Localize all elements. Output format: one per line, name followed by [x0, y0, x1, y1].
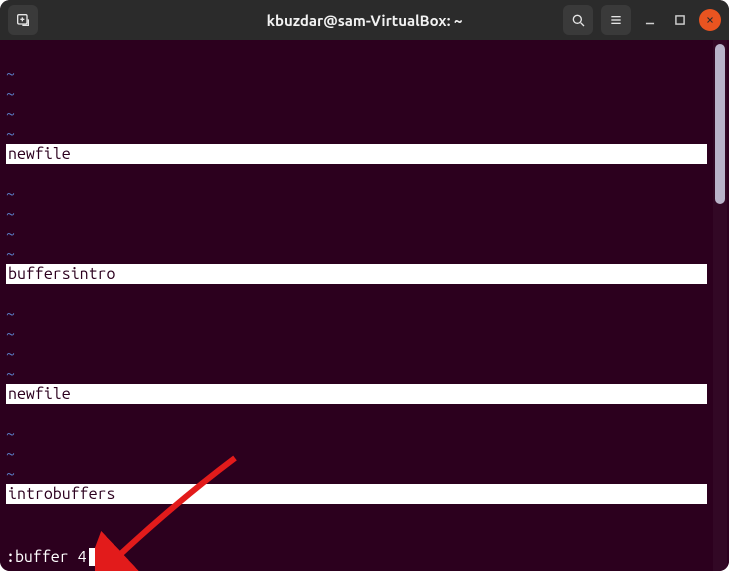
terminal-window: kbuzdar@sam-VirtualBox: ~ ~ ~ ~ ~ ne: [0, 0, 729, 571]
tilde-line: ~: [6, 344, 727, 364]
tilde-line: ~: [6, 184, 727, 204]
tilde-line: ~: [6, 104, 727, 124]
tilde-line: ~: [6, 204, 727, 224]
empty-editor-line: [6, 404, 727, 424]
tilde-line: ~: [6, 64, 727, 84]
tilde-line: ~: [6, 364, 727, 384]
close-button[interactable]: [699, 9, 721, 31]
menu-button[interactable]: [601, 5, 631, 35]
tilde-line: ~: [6, 424, 727, 444]
statusline: newfile: [6, 384, 707, 404]
tilde-line: ~: [6, 444, 727, 464]
minimize-button[interactable]: [639, 9, 661, 31]
buffer-name: newfile: [8, 384, 71, 404]
maximize-button[interactable]: [669, 9, 691, 31]
empty-editor-line: [6, 284, 727, 304]
statusline: introbuffers: [6, 484, 707, 504]
scrollbar-track[interactable]: [713, 40, 727, 571]
tilde-line: ~: [6, 464, 727, 484]
statusline: newfile: [6, 144, 707, 164]
empty-editor-line: [6, 44, 727, 64]
command-text: :buffer 4: [6, 547, 87, 567]
tilde-line: ~: [6, 124, 727, 144]
buffer-name: newfile: [8, 144, 71, 164]
tilde-line: ~: [6, 244, 727, 264]
statusline: buffersintro: [6, 264, 707, 284]
command-line[interactable]: :buffer 4: [6, 547, 707, 567]
buffer-name: introbuffers: [8, 484, 116, 504]
tilde-line: ~: [6, 324, 727, 344]
tilde-line: ~: [6, 224, 727, 244]
titlebar: kbuzdar@sam-VirtualBox: ~: [0, 0, 729, 40]
cursor: [89, 548, 99, 566]
tilde-line: ~: [6, 84, 727, 104]
search-button[interactable]: [563, 5, 593, 35]
buffer-name: buffersintro: [8, 264, 116, 284]
new-tab-button[interactable]: [8, 5, 38, 35]
tilde-line: ~: [6, 304, 727, 324]
scrollbar-thumb[interactable]: [715, 44, 725, 204]
terminal-body[interactable]: ~ ~ ~ ~ newfile ~ ~ ~ ~ buffersintro ~ ~…: [0, 40, 729, 571]
empty-editor-line: [6, 164, 727, 184]
